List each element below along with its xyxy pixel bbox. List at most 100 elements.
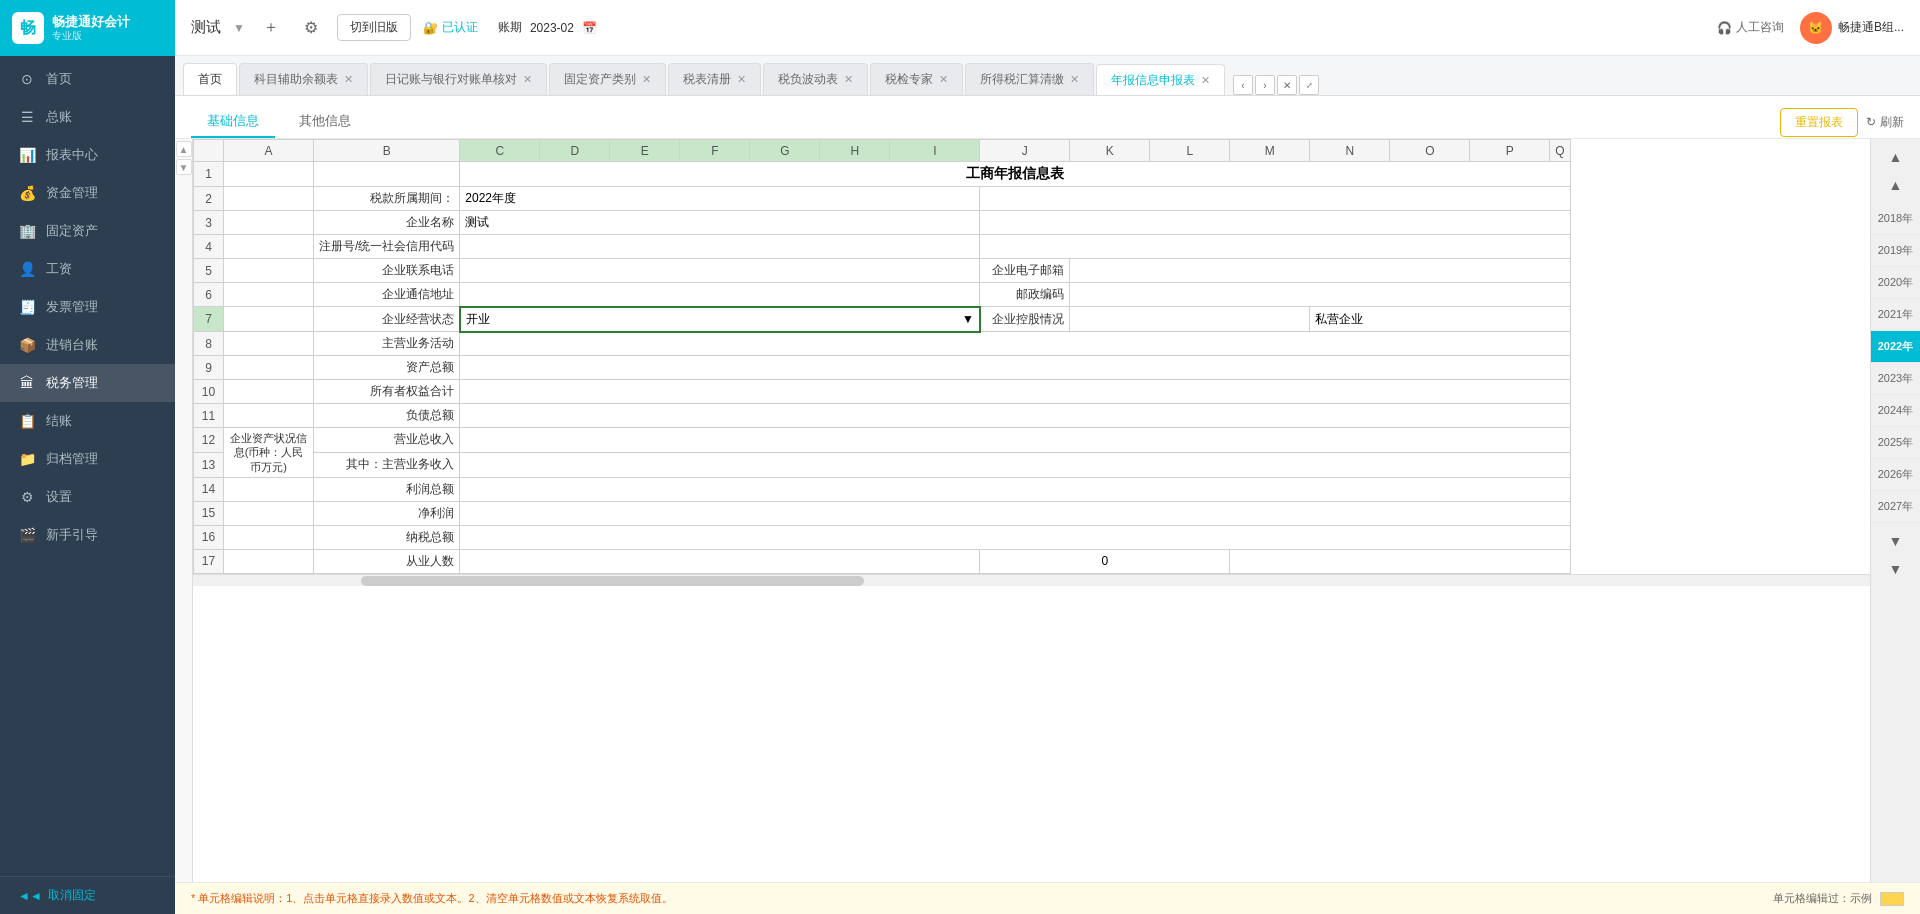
cell-12-B[interactable]: 营业总收入 (314, 428, 460, 453)
col-header-F[interactable]: F (680, 140, 750, 162)
sidebar-collapse-btn[interactable]: ◄◄ 取消固定 (0, 876, 175, 914)
cell-5-J[interactable]: 企业电子邮箱 (980, 259, 1070, 283)
cell-12-C[interactable] (460, 428, 1570, 453)
sidebar-item-settings[interactable]: ⚙ 设置 (0, 478, 175, 516)
tab-home[interactable]: 首页 (183, 63, 237, 95)
cell-7-C[interactable]: 开业 ▼ (460, 307, 980, 332)
cell-4-A[interactable] (224, 235, 314, 259)
cell-15-C[interactable] (460, 501, 1570, 525)
cell-6-A[interactable] (224, 283, 314, 307)
refresh-btn[interactable]: ↻ 刷新 (1866, 114, 1904, 131)
tab-fixed-assets[interactable]: 固定资产类别 ✕ (549, 63, 666, 95)
cell-3-J[interactable] (980, 211, 1570, 235)
sidebar-item-funds[interactable]: 💰 资金管理 (0, 174, 175, 212)
year-scroll-down-btn[interactable]: ▼ (1871, 527, 1920, 555)
cell-16-B[interactable]: 纳税总额 (314, 525, 460, 549)
tab-expand[interactable]: ⤢ (1299, 75, 1319, 95)
cell-8-A[interactable] (224, 332, 314, 356)
tab-tax-inspect[interactable]: 税检专家 ✕ (870, 63, 963, 95)
tab-fixed-assets-close[interactable]: ✕ (642, 73, 651, 86)
col-header-K[interactable]: K (1070, 140, 1150, 162)
workspace-dropdown-icon[interactable]: ▼ (233, 21, 245, 35)
year-item-2027[interactable]: 2027年 (1871, 491, 1920, 523)
year-item-2018[interactable]: 2018年 (1871, 203, 1920, 235)
tab-tax-list[interactable]: 税表清册 ✕ (668, 63, 761, 95)
tab-income-tax-close[interactable]: ✕ (1070, 73, 1079, 86)
tab-tax-list-close[interactable]: ✕ (737, 73, 746, 86)
cell-1-B[interactable] (314, 162, 460, 187)
col-header-L[interactable]: L (1150, 140, 1230, 162)
cell-1-title[interactable]: 工商年报信息表 (460, 162, 1570, 187)
cell-13-C[interactable] (460, 452, 1570, 477)
year-scroll-up-btn[interactable]: ▲ (1871, 143, 1920, 171)
cell-16-C[interactable] (460, 525, 1570, 549)
cell-4-J[interactable] (980, 235, 1570, 259)
tab-annual-report-close[interactable]: ✕ (1201, 74, 1210, 87)
year-item-2023[interactable]: 2023年 (1871, 363, 1920, 395)
year-item-2026[interactable]: 2026年 (1871, 459, 1920, 491)
row-num-1[interactable]: 1 (194, 162, 224, 187)
sidebar-item-reports[interactable]: 📊 报表中心 (0, 136, 175, 174)
sidebar-item-close[interactable]: 📋 结账 (0, 402, 175, 440)
tab-tax-wave-close[interactable]: ✕ (844, 73, 853, 86)
cell-10-A[interactable] (224, 380, 314, 404)
tab-bank-reconcile[interactable]: 日记账与银行对账单核对 ✕ (370, 63, 547, 95)
col-header-I[interactable]: I (890, 140, 980, 162)
sidebar-item-invoice[interactable]: 🧾 发票管理 (0, 288, 175, 326)
cell-8-C[interactable] (460, 332, 1570, 356)
cell-4-B[interactable]: 注册号/统一社会信用代码 (314, 235, 460, 259)
tab-auxiliary-close[interactable]: ✕ (344, 73, 353, 86)
row-num-7[interactable]: 7 (194, 307, 224, 332)
col-header-C[interactable]: C (460, 140, 540, 162)
panel-collapse-down[interactable]: ▼ (176, 159, 192, 175)
sidebar-item-purchase[interactable]: 📦 进销台账 (0, 326, 175, 364)
sidebar-item-tax[interactable]: 🏛 税务管理 (0, 364, 175, 402)
sidebar-item-assets[interactable]: 🏢 固定资产 (0, 212, 175, 250)
reset-report-btn[interactable]: 重置报表 (1780, 108, 1858, 137)
cell-5-C[interactable] (460, 259, 980, 283)
cell-6-J[interactable]: 邮政编码 (980, 283, 1070, 307)
cell-11-C[interactable] (460, 404, 1570, 428)
cell-7-J[interactable]: 企业控股情况 (980, 307, 1070, 332)
user-area[interactable]: 🐱 畅捷通B组... (1800, 12, 1904, 44)
col-header-D[interactable]: D (540, 140, 610, 162)
tab-scroll-right[interactable]: › (1255, 75, 1275, 95)
row-num-17[interactable]: 17 (194, 549, 224, 573)
cell-2-C[interactable]: 2022年度 (460, 187, 980, 211)
col-header-N[interactable]: N (1310, 140, 1390, 162)
cell-17-B[interactable]: 从业人数 (314, 549, 460, 573)
cell-4-C[interactable] (460, 235, 980, 259)
cell-17-A[interactable] (224, 549, 314, 573)
calendar-icon[interactable]: 📅 (582, 21, 597, 35)
year-item-2025[interactable]: 2025年 (1871, 427, 1920, 459)
cell-14-B[interactable]: 利润总额 (314, 477, 460, 501)
sub-tab-basic[interactable]: 基础信息 (191, 106, 275, 138)
cell-11-A[interactable] (224, 404, 314, 428)
cell-14-C[interactable] (460, 477, 1570, 501)
cell-1-A[interactable] (224, 162, 314, 187)
row-num-10[interactable]: 10 (194, 380, 224, 404)
col-header-J[interactable]: J (980, 140, 1070, 162)
tab-tax-inspect-close[interactable]: ✕ (939, 73, 948, 86)
cell-9-B[interactable]: 资产总额 (314, 356, 460, 380)
cell-7-A[interactable] (224, 307, 314, 332)
switch-version-btn[interactable]: 切到旧版 (337, 14, 411, 41)
tab-income-tax[interactable]: 所得税汇算清缴 ✕ (965, 63, 1094, 95)
tab-tax-wave[interactable]: 税负波动表 ✕ (763, 63, 868, 95)
cell-3-B[interactable]: 企业名称 (314, 211, 460, 235)
cell-8-B[interactable]: 主营业务活动 (314, 332, 460, 356)
row-num-5[interactable]: 5 (194, 259, 224, 283)
row-num-6[interactable]: 6 (194, 283, 224, 307)
cell-9-A[interactable] (224, 356, 314, 380)
tab-auxiliary[interactable]: 科目辅助余额表 ✕ (239, 63, 368, 95)
col-header-H[interactable]: H (820, 140, 890, 162)
sidebar-item-guide[interactable]: 🎬 新手引导 (0, 516, 175, 554)
cell-16-A[interactable] (224, 525, 314, 549)
row-num-12[interactable]: 12 (194, 428, 224, 453)
tab-annual-report[interactable]: 年报信息申报表 ✕ (1096, 64, 1225, 96)
row-num-11[interactable]: 11 (194, 404, 224, 428)
year-item-2019[interactable]: 2019年 (1871, 235, 1920, 267)
row-num-14[interactable]: 14 (194, 477, 224, 501)
cell-17-M[interactable] (1230, 549, 1570, 573)
panel-collapse-top[interactable]: ▲ (176, 141, 192, 157)
